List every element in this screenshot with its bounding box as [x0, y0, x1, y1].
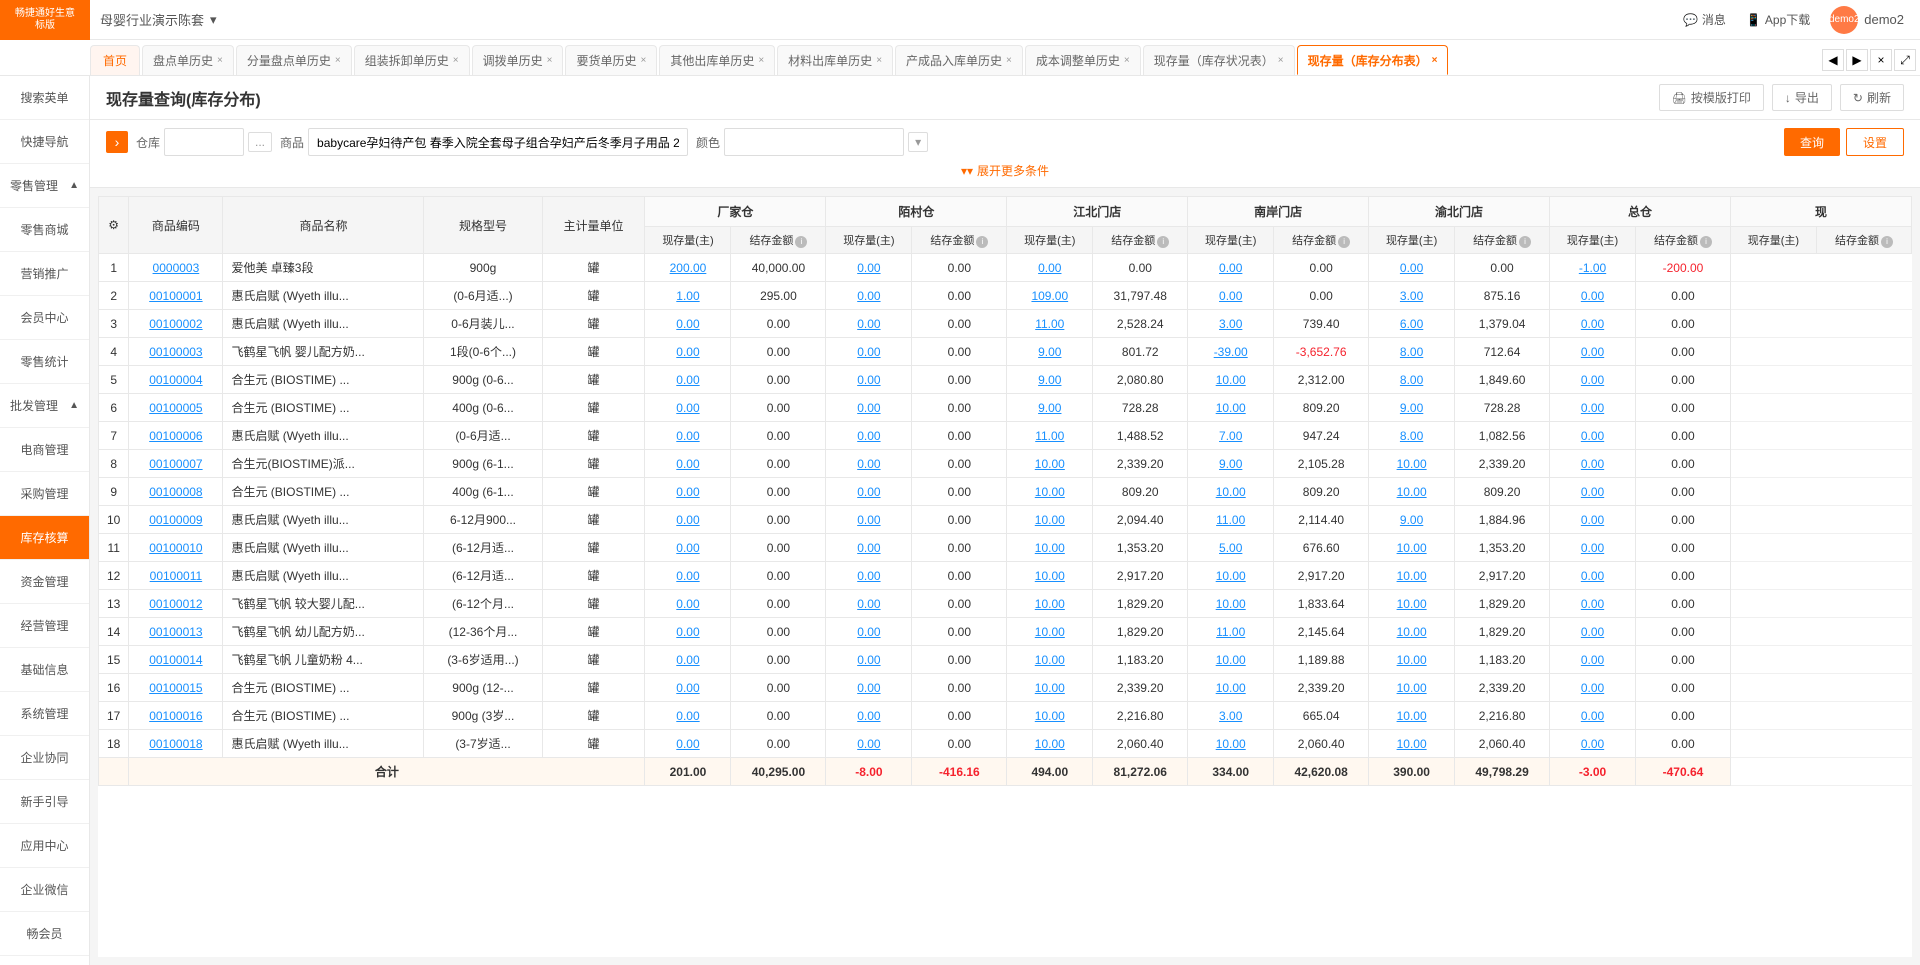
- page-header: 现存量查询(库存分布) 🖨 按模版打印 ↓ 导出 ↻ 刷新: [90, 76, 1920, 120]
- sidebar-item-quicknav[interactable]: 快捷导航: [0, 120, 89, 164]
- tab-材料出库单历史[interactable]: 材料出库单历史 ×: [777, 45, 893, 75]
- goods-input[interactable]: [308, 128, 688, 156]
- sidebar-item-search[interactable]: 搜索英单: [0, 76, 89, 120]
- sidebar-item-business[interactable]: 经营管理: [0, 604, 89, 648]
- table-row: 1000100009惠氏启赋 (Wyeth illu...6-12月900...…: [99, 506, 1912, 534]
- sidebar-item-ecommerce[interactable]: 电商管理: [0, 428, 89, 472]
- warehouse-label: 仓库: [136, 134, 160, 151]
- table-row: 1100100010惠氏启赋 (Wyeth illu...(6-12月适...罐…: [99, 534, 1912, 562]
- tab-要货单历史[interactable]: 要货单历史 ×: [565, 45, 657, 75]
- query-btn[interactable]: 查询: [1784, 128, 1840, 156]
- tab-调拨单历史[interactable]: 调拨单历史 ×: [472, 45, 564, 75]
- expand-icon: ▾▾: [961, 164, 973, 178]
- tab-close[interactable]: ×: [1432, 55, 1438, 66]
- table-container: ⚙ 商品编码 商品名称 规格型号 主计量单位 厂家仓 陌村仓 江北门店 南岸门店…: [98, 196, 1912, 957]
- filter-bar: › 仓库 ... 商品 颜色 ▾ 查询 设置: [90, 120, 1920, 188]
- color-label: 颜色: [696, 134, 720, 151]
- tab-盘点单历史[interactable]: 盘点单历史 ×: [142, 45, 234, 75]
- tab-close[interactable]: ×: [453, 55, 459, 66]
- sidebar-item-retail-mgmt[interactable]: 零售管理▲: [0, 164, 89, 208]
- goods-label: 商品: [280, 134, 304, 151]
- table-row: 1700100016合生元 (BIOSTIME) ...900g (3岁...罐…: [99, 702, 1912, 730]
- page-title: 现存量查询(库存分布): [106, 86, 261, 110]
- sidebar: 搜索英单 快捷导航 零售管理▲ 零售商城 营销推广 会员中心 零售统计 批发管理…: [0, 76, 90, 965]
- table-row: 1300100012飞鹤星飞帆 较大婴儿配...(6-12个月...罐0.000…: [99, 590, 1912, 618]
- tab-close[interactable]: ×: [335, 55, 341, 66]
- table-row: 400100003飞鹤星飞帆 婴儿配方奶...1段(0-6个...)罐0.000…: [99, 338, 1912, 366]
- sidebar-item-retail-stats[interactable]: 零售统计: [0, 340, 89, 384]
- expand-arrow[interactable]: ›: [106, 131, 128, 153]
- sidebar-item-member[interactable]: 会员中心: [0, 296, 89, 340]
- app-icon: 📱: [1746, 13, 1761, 27]
- sidebar-item-marketing[interactable]: 营销推广: [0, 252, 89, 296]
- table-row: 300100002惠氏启赋 (Wyeth illu...0-6月装儿...罐0.…: [99, 310, 1912, 338]
- sidebar-item-wechat[interactable]: 企业微信: [0, 868, 89, 912]
- company-selector[interactable]: 母婴行业演示陈套 ▾: [100, 10, 217, 29]
- export-icon: ↓: [1785, 91, 1791, 105]
- table-row: 10000003爱他美 卓臻3段900g罐200.0040,000.000.00…: [99, 254, 1912, 282]
- table-row: 1400100013飞鹤星飞帆 幼儿配方奶...(12-36个月...罐0.00…: [99, 618, 1912, 646]
- summary-row: 合计201.0040,295.00-8.00-416.16494.0081,27…: [99, 758, 1912, 786]
- sidebar-item-collab[interactable]: 企业协同: [0, 736, 89, 780]
- sidebar-item-retail-mall[interactable]: 零售商城: [0, 208, 89, 252]
- expand-conditions-btn[interactable]: ▾▾ 展开更多条件: [961, 162, 1049, 179]
- table-row: 200100001惠氏启赋 (Wyeth illu...(0-6月适...)罐1…: [99, 282, 1912, 310]
- table-row: 700100006惠氏启赋 (Wyeth illu...(0-6月适...罐0.…: [99, 422, 1912, 450]
- sidebar-item-purchase[interactable]: 采购管理: [0, 472, 89, 516]
- tab-close[interactable]: ×: [1278, 55, 1284, 66]
- tab-close[interactable]: ×: [758, 55, 764, 66]
- table-row: 800100007合生元(BIOSTIME)派...900g (6-1...罐0…: [99, 450, 1912, 478]
- tab-close[interactable]: ×: [876, 55, 882, 66]
- table-row: 1800100018惠氏启赋 (Wyeth illu...(3-7岁适...罐0…: [99, 730, 1912, 758]
- sidebar-item-inventory[interactable]: 库存核算: [0, 516, 89, 560]
- tab-分量盘点单历史[interactable]: 分量盘点单历史 ×: [236, 45, 352, 75]
- warehouse-ellipsis[interactable]: ...: [248, 132, 272, 152]
- export-btn[interactable]: ↓ 导出: [1772, 84, 1832, 111]
- print-btn[interactable]: 🖨 按模版打印: [1659, 84, 1764, 111]
- tab-成本调整单历史[interactable]: 成本调整单历史 ×: [1025, 45, 1141, 75]
- tab-首页[interactable]: 首页: [90, 45, 140, 75]
- tab-其他出库单历史[interactable]: 其他出库单历史 ×: [659, 45, 775, 75]
- table-row: 1500100014飞鹤星飞帆 儿童奶粉 4...(3-6岁适用...)罐0.0…: [99, 646, 1912, 674]
- table-row: 1200100011惠氏启赋 (Wyeth illu...(6-12月适...罐…: [99, 562, 1912, 590]
- sidebar-item-system[interactable]: 系统管理: [0, 692, 89, 736]
- setting-btn[interactable]: 设置: [1846, 128, 1904, 156]
- table-row: 900100008合生元 (BIOSTIME) ...400g (6-1...罐…: [99, 478, 1912, 506]
- tab-close[interactable]: ×: [217, 55, 223, 66]
- tab-现存量库存分布表[interactable]: 现存量（库存分布表） ×: [1297, 45, 1449, 75]
- refresh-btn[interactable]: ↻ 刷新: [1840, 84, 1904, 111]
- gear-icon[interactable]: ⚙: [108, 218, 119, 232]
- tab-close-all[interactable]: ×: [1870, 49, 1892, 71]
- table-row: 1600100015合生元 (BIOSTIME) ...900g (12-...…: [99, 674, 1912, 702]
- sidebar-item-appcenter[interactable]: 应用中心: [0, 824, 89, 868]
- table-row: 600100005合生元 (BIOSTIME) ...400g (0-6...罐…: [99, 394, 1912, 422]
- tab-close[interactable]: ×: [1006, 55, 1012, 66]
- printer-icon: 🖨: [1672, 91, 1687, 105]
- tab-close[interactable]: ×: [1124, 55, 1130, 66]
- sidebar-item-guide[interactable]: 新手引导: [0, 780, 89, 824]
- app-download-btn[interactable]: 📱 App下载: [1746, 11, 1810, 28]
- sidebar-item-finance[interactable]: 资金管理: [0, 560, 89, 604]
- table-row: 500100004合生元 (BIOSTIME) ...900g (0-6...罐…: [99, 366, 1912, 394]
- warehouse-input[interactable]: [164, 128, 244, 156]
- sidebar-item-basic[interactable]: 基础信息: [0, 648, 89, 692]
- message-btn[interactable]: 💬 消息: [1683, 11, 1726, 28]
- tab-产成品入库单历史[interactable]: 产成品入库单历史 ×: [895, 45, 1023, 75]
- color-input[interactable]: [724, 128, 904, 156]
- tab-现存量库存状况表[interactable]: 现存量（库存状况表） ×: [1143, 45, 1295, 75]
- message-icon: 💬: [1683, 13, 1698, 27]
- refresh-icon: ↻: [1853, 91, 1863, 105]
- tab-scroll-right[interactable]: ▶: [1846, 49, 1868, 71]
- tab-组装拆卸单历史[interactable]: 组装拆卸单历史 ×: [354, 45, 470, 75]
- tab-close[interactable]: ×: [547, 55, 553, 66]
- color-dropdown[interactable]: ▾: [908, 132, 928, 152]
- sidebar-item-member2[interactable]: 畅会员: [0, 912, 89, 956]
- tab-expand[interactable]: ⤢: [1894, 49, 1916, 71]
- tab-close[interactable]: ×: [640, 55, 646, 66]
- tab-scroll-left[interactable]: ◀: [1822, 49, 1844, 71]
- sidebar-item-wholesale[interactable]: 批发管理▲: [0, 384, 89, 428]
- user-avatar[interactable]: demo2 demo2: [1830, 6, 1904, 34]
- logo-area: 畅捷通好生意 标版: [0, 0, 90, 40]
